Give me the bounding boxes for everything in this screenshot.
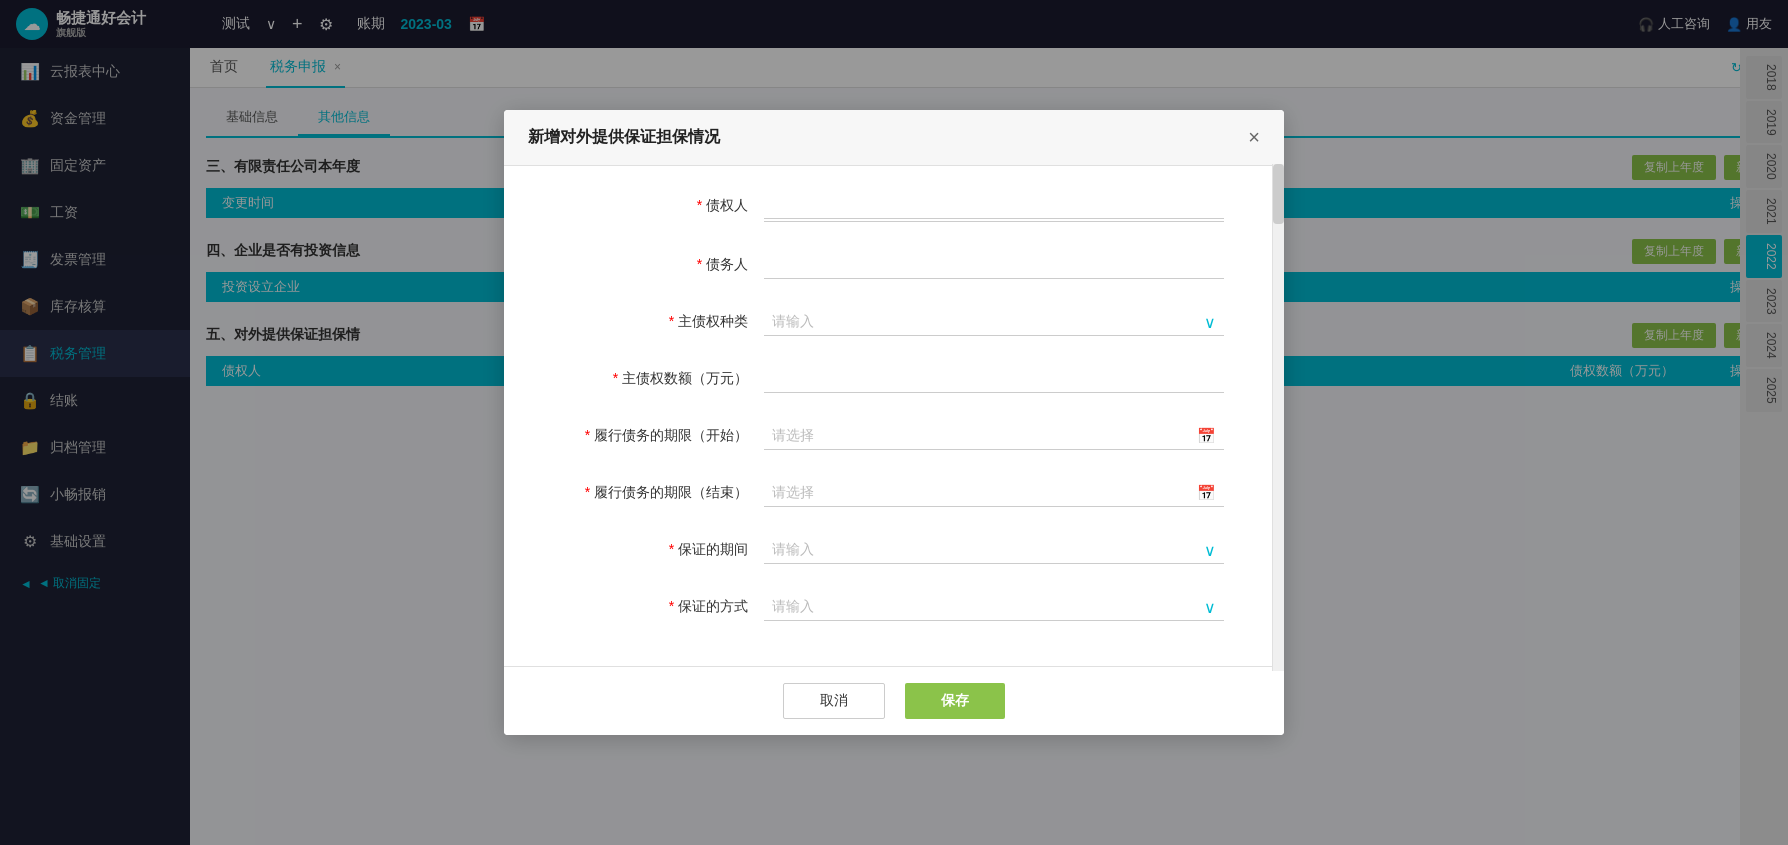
form-row-debtor: * 债务人: [564, 250, 1224, 279]
save-button[interactable]: 保存: [905, 683, 1005, 719]
label-creditor: * 债权人: [564, 197, 764, 215]
input-wrap-debt-amount: [764, 364, 1224, 393]
label-guarantee-period: * 保证的期间: [564, 541, 764, 559]
period-start-input[interactable]: [764, 421, 1224, 450]
form-row-debt-type: * 主债权种类 请输入 ∨: [564, 307, 1224, 336]
label-period-start: * 履行债务的期限（开始）: [564, 427, 764, 445]
label-debt-type: * 主债权种类: [564, 313, 764, 331]
debt-type-select[interactable]: 请输入: [764, 307, 1224, 336]
modal-close-button[interactable]: ×: [1248, 126, 1260, 149]
modal-footer: 取消 保存: [504, 666, 1284, 735]
select-wrap-debt-type: 请输入 ∨: [764, 307, 1224, 336]
input-wrap-period-end: 📅: [764, 478, 1224, 507]
input-wrap-creditor: [764, 190, 1224, 222]
creditor-input[interactable]: [764, 190, 1224, 219]
modal-header: 新增对外提供保证担保情况 ×: [504, 110, 1284, 166]
form-body: * 债权人 * 债务人: [504, 166, 1284, 666]
form-row-creditor: * 债权人: [564, 190, 1224, 222]
guarantee-period-select[interactable]: 请输入: [764, 535, 1224, 564]
select-wrap-guarantee-method: 请输入 ∨: [764, 592, 1224, 621]
modal-title: 新增对外提供保证担保情况: [528, 127, 720, 148]
modal-body: * 债权人 * 债务人: [504, 166, 1284, 666]
label-period-end: * 履行债务的期限（结束）: [564, 484, 764, 502]
label-guarantee-method: * 保证的方式: [564, 598, 764, 616]
modal-scroll-thumb: [1273, 166, 1284, 224]
form-row-period-end: * 履行债务的期限（结束） 📅: [564, 478, 1224, 507]
debtor-input[interactable]: [764, 250, 1224, 279]
form-row-period-start: * 履行债务的期限（开始） 📅: [564, 421, 1224, 450]
form-row-guarantee-period: * 保证的期间 请输入 ∨: [564, 535, 1224, 564]
label-debt-amount: * 主债权数额（万元）: [564, 370, 764, 388]
label-debtor: * 债务人: [564, 256, 764, 274]
guarantee-method-select[interactable]: 请输入: [764, 592, 1224, 621]
input-wrap-debtor: [764, 250, 1224, 279]
modal-scrollbar[interactable]: [1272, 166, 1284, 666]
debt-amount-input[interactable]: [764, 364, 1224, 393]
modal-dialog: 新增对外提供保证担保情况 × * 债权人: [504, 110, 1284, 735]
select-wrap-guarantee-period: 请输入 ∨: [764, 535, 1224, 564]
modal-overlay[interactable]: 新增对外提供保证担保情况 × * 债权人: [0, 0, 1788, 845]
form-row-guarantee-method: * 保证的方式 请输入 ∨: [564, 592, 1224, 621]
input-wrap-period-start: 📅: [764, 421, 1224, 450]
cancel-button[interactable]: 取消: [783, 683, 885, 719]
period-end-input[interactable]: [764, 478, 1224, 507]
form-row-debt-amount: * 主债权数额（万元）: [564, 364, 1224, 393]
